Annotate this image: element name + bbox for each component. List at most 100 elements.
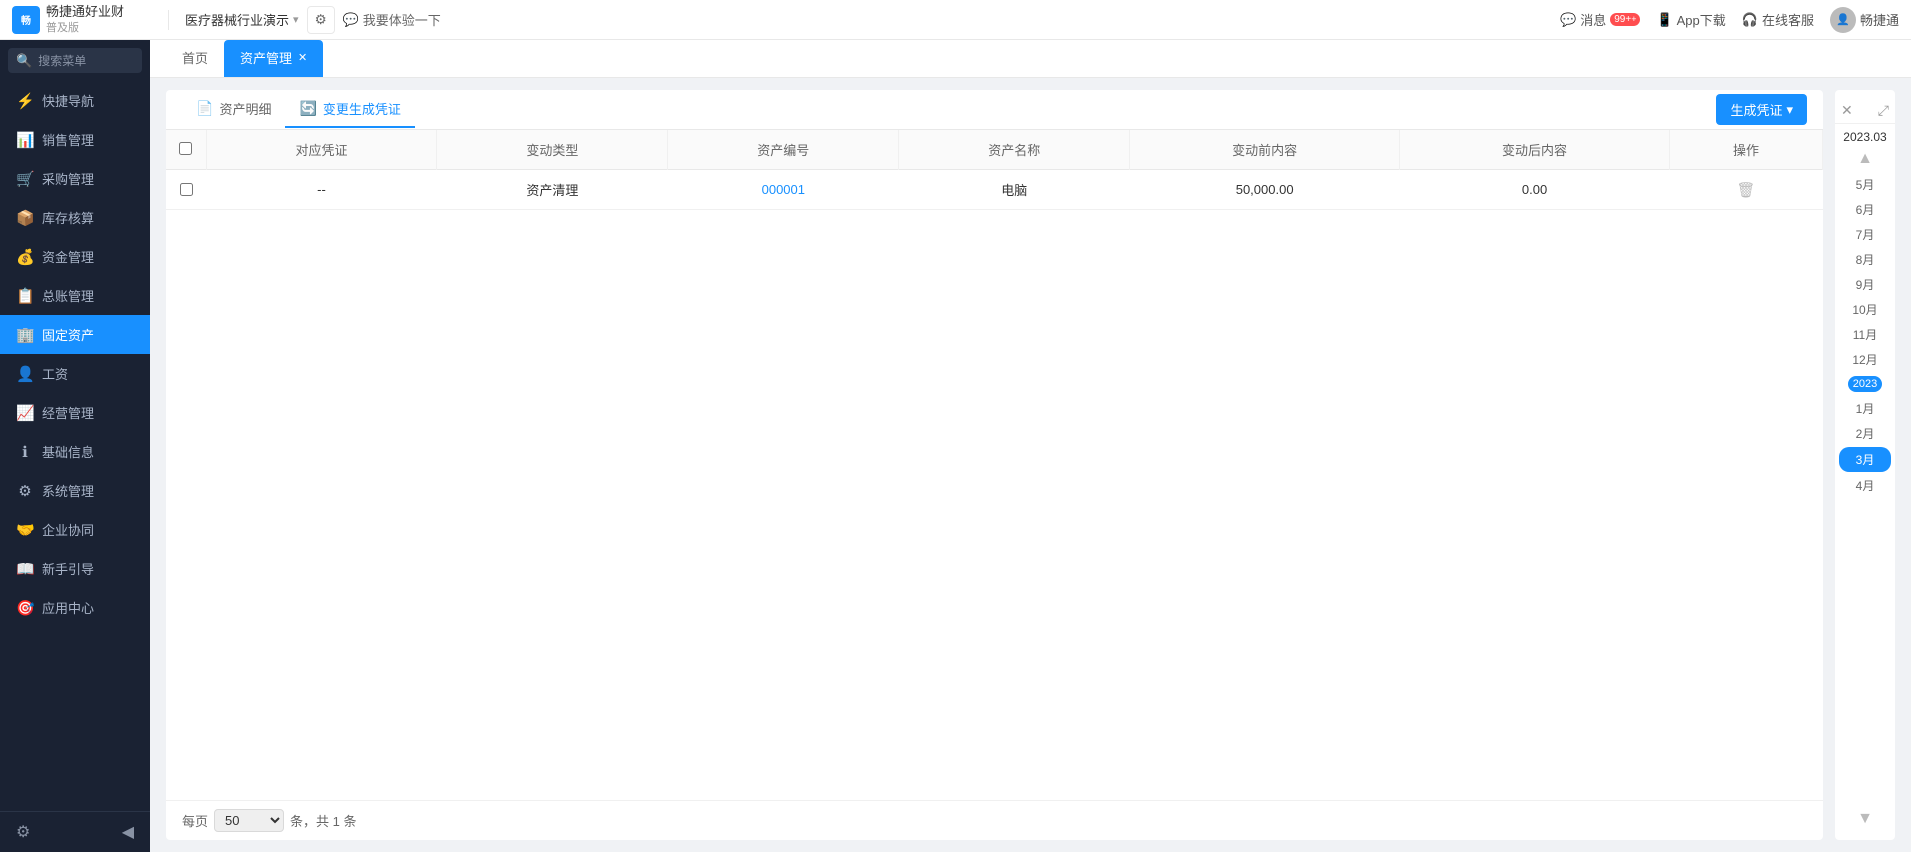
sidebar-item-label: 系统管理: [42, 481, 94, 500]
row-action-cell: 🗑: [1670, 170, 1823, 210]
month-10[interactable]: 10月: [1835, 297, 1895, 322]
select-all-checkbox[interactable]: [179, 142, 192, 155]
sidebar-item-label: 资金管理: [42, 247, 94, 266]
sidebar-item-label: 新手引导: [42, 559, 94, 578]
per-page-label: 每页: [182, 811, 208, 830]
month-11[interactable]: 11月: [1835, 322, 1895, 347]
tab-close-icon[interactable]: ✕: [298, 51, 307, 64]
app-download-icon: 📱: [1656, 12, 1672, 28]
headset-icon: 🎧: [1742, 12, 1758, 28]
col-action: 操作: [1670, 130, 1823, 170]
total-label: 条，共 1 条: [290, 811, 356, 830]
sub-tab-asset-detail[interactable]: 📄 资产明细: [182, 91, 285, 128]
month-7[interactable]: 7月: [1835, 222, 1895, 247]
month-8[interactable]: 8月: [1835, 247, 1895, 272]
month-5[interactable]: 5月: [1835, 172, 1895, 197]
main-panel: 📄 资产明细 🔄 变更生成凭证 生成凭证 ▾: [166, 90, 1823, 840]
month-3-active[interactable]: 3月: [1839, 447, 1891, 472]
sidebar-item-label: 销售管理: [42, 130, 94, 149]
sub-tabs: 📄 资产明细 🔄 变更生成凭证 生成凭证 ▾: [166, 90, 1823, 130]
logo-version: 普及版: [46, 19, 124, 35]
month-4[interactable]: 4月: [1835, 473, 1895, 498]
settings-button[interactable]: ⚙: [307, 6, 335, 34]
sidebar-item-label: 经营管理: [42, 403, 94, 422]
sub-tab-change-voucher[interactable]: 🔄 变更生成凭证: [285, 91, 414, 128]
sidebar-item-system[interactable]: ⚙ 系统管理: [0, 471, 150, 510]
sub-tabs-left: 📄 资产明细 🔄 变更生成凭证: [182, 91, 415, 128]
col-voucher: 对应凭证: [206, 130, 437, 170]
sidebar-item-label: 快捷导航: [42, 91, 94, 110]
content-area: 首页 资产管理 ✕ 📄 资产明细 🔄: [150, 40, 1911, 852]
month-6[interactable]: 6月: [1835, 197, 1895, 222]
sidebar-item-payroll[interactable]: 👤 工资: [0, 354, 150, 393]
top-header: 畅 畅捷通好业财 普及版 医疗器械行业演示 ▾ ⚙ 💬 我要体验一下 💬 消息 …: [0, 0, 1911, 40]
sidebar-item-label: 工资: [42, 364, 68, 383]
sidebar-item-ledger[interactable]: 📋 总账管理: [0, 276, 150, 315]
change-voucher-icon: 🔄: [299, 100, 316, 117]
up-arrow-icon[interactable]: ▲: [1853, 146, 1877, 172]
row-checkbox[interactable]: [180, 183, 193, 196]
sidebar-item-quick-nav[interactable]: ⚡ 快捷导航: [0, 81, 150, 120]
expand-icon[interactable]: ⤢: [1878, 102, 1889, 119]
sidebar-item-fixed-assets[interactable]: 🏢 固定资产: [0, 315, 150, 354]
feedback-button[interactable]: 💬 我要体验一下: [343, 10, 441, 29]
company-name: 医疗器械行业演示: [185, 10, 289, 29]
sidebar-item-sales[interactable]: 📊 销售管理: [0, 120, 150, 159]
purchase-icon: 🛒: [16, 170, 34, 188]
sidebar-item-inventory[interactable]: 📦 库存核算: [0, 198, 150, 237]
sidebar-item-label: 库存核算: [42, 208, 94, 227]
header-left: 畅 畅捷通好业财 普及版 医疗器械行业演示 ▾ ⚙ 💬 我要体验一下: [12, 4, 441, 36]
tab-bar: 首页 资产管理 ✕: [150, 40, 1911, 78]
sidebar-item-funds[interactable]: 💰 资金管理: [0, 237, 150, 276]
header-right: 💬 消息 99++ 📱 App下载 🎧 在线客服 👤 畅捷通: [1560, 7, 1899, 33]
sidebar-item-label: 固定资产: [42, 325, 94, 344]
customer-service-button[interactable]: 🎧 在线客服: [1742, 10, 1814, 29]
sidebar-search[interactable]: 🔍 搜索菜单: [0, 40, 150, 81]
down-arrow-icon[interactable]: ▼: [1853, 806, 1877, 832]
quick-nav-icon: ⚡: [16, 92, 34, 110]
month-1[interactable]: 1月: [1835, 396, 1895, 421]
fixed-assets-icon: 🏢: [16, 326, 34, 344]
delete-icon[interactable]: 🗑: [1736, 182, 1755, 199]
right-panel-header: ✕ ⤢: [1835, 98, 1895, 124]
message-label: 消息: [1580, 10, 1606, 29]
app-download-button[interactable]: 📱 App下载: [1656, 10, 1725, 29]
close-icon[interactable]: ✕: [1841, 102, 1853, 119]
month-2[interactable]: 2月: [1835, 421, 1895, 446]
sidebar: 🔍 搜索菜单 ⚡ 快捷导航 📊 销售管理 🛒 采购管理 📦 库存核算 �: [0, 40, 150, 852]
tab-home[interactable]: 首页: [166, 40, 224, 77]
row-asset-code[interactable]: 000001: [668, 170, 899, 210]
row-before-content: 50,000.00: [1130, 170, 1400, 210]
table-header-row: 对应凭证 变动类型 资产编号 资产名称 变动前内容 变动后内容 操作: [166, 130, 1823, 170]
sidebar-item-guide[interactable]: 📖 新手引导: [0, 549, 150, 588]
search-input-area[interactable]: 🔍 搜索菜单: [8, 48, 142, 73]
right-panel: ✕ ⤢ 2023.03 ▲ 5月 6月 7月 8月 9月 10月 11月 12月…: [1835, 90, 1895, 840]
sidebar-item-collaboration[interactable]: 🤝 企业协同: [0, 510, 150, 549]
message-button[interactable]: 💬 消息 99++: [1560, 10, 1640, 29]
collapse-icon[interactable]: ◀: [122, 822, 134, 842]
gear-icon: ⚙: [315, 12, 327, 28]
footer-settings-icon[interactable]: ⚙: [16, 822, 30, 842]
logo-icon: 畅: [12, 6, 40, 34]
business-icon: 📈: [16, 404, 34, 422]
col-before: 变动前内容: [1130, 130, 1400, 170]
sidebar-item-basic-info[interactable]: ℹ 基础信息: [0, 432, 150, 471]
tab-asset-management[interactable]: 资产管理 ✕: [224, 40, 323, 77]
app-center-icon: 🎯: [16, 599, 34, 617]
sidebar-item-label: 基础信息: [42, 442, 94, 461]
collaboration-icon: 🤝: [16, 521, 34, 539]
search-placeholder: 搜索菜单: [38, 52, 86, 69]
month-12[interactable]: 12月: [1835, 347, 1895, 372]
company-selector[interactable]: 医疗器械行业演示 ▾: [185, 10, 299, 29]
system-icon: ⚙: [16, 482, 34, 500]
sidebar-item-business[interactable]: 📈 经营管理: [0, 393, 150, 432]
user-menu[interactable]: 👤 畅捷通: [1830, 7, 1899, 33]
sidebar-item-purchase[interactable]: 🛒 采购管理: [0, 159, 150, 198]
generate-voucher-button[interactable]: 生成凭证 ▾: [1716, 94, 1807, 125]
per-page-select[interactable]: 10 20 50 100: [214, 809, 284, 832]
sidebar-item-app-center[interactable]: 🎯 应用中心: [0, 588, 150, 627]
month-9[interactable]: 9月: [1835, 272, 1895, 297]
chevron-down-icon: ▾: [293, 13, 299, 26]
asset-table: 对应凭证 变动类型 资产编号 资产名称 变动前内容 变动后内容 操作: [166, 130, 1823, 210]
ledger-icon: 📋: [16, 287, 34, 305]
